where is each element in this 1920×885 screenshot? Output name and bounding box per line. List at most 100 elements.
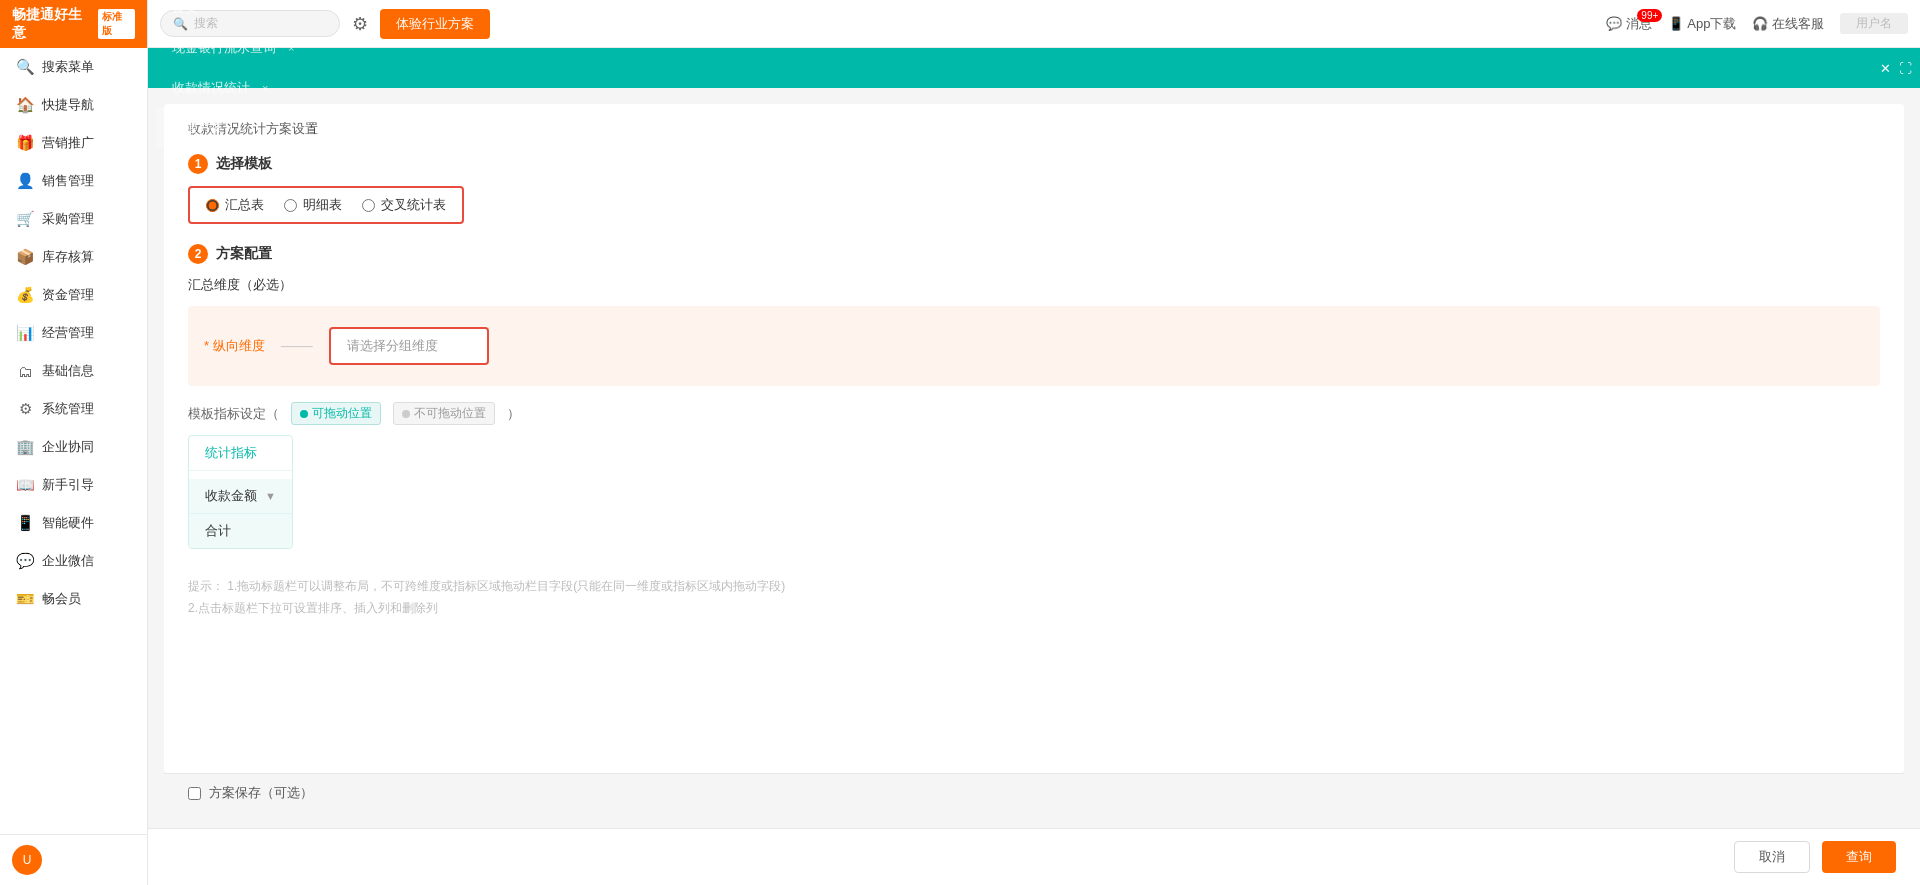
- sidebar-items-container: 🔍 搜索菜单 🏠快捷导航🎁营销推广👤销售管理🛒采购管理📦库存核算💰资金管理 📊 经营管理…: [0, 48, 147, 618]
- radio-detail[interactable]: [284, 199, 297, 212]
- sidebar-item-quick-nav[interactable]: 🏠快捷导航: [0, 86, 147, 124]
- tab-label-new-plan: 新建方案: [172, 119, 224, 137]
- search-menu-icon: 🔍: [16, 58, 34, 76]
- tab-close-new-plan[interactable]: ×: [236, 122, 242, 134]
- non-draggable-dot: [402, 410, 410, 418]
- section1-header: 1 选择模板: [188, 154, 1880, 174]
- indicator-settings-label: 模板指标设定（: [188, 405, 279, 423]
- tab-close-bank-flow[interactable]: ×: [288, 42, 294, 54]
- save-checkbox[interactable]: [188, 787, 201, 800]
- tab-list: 首页现金银行流水查询 × 收款情况统计 × 新建方案 ×: [156, 0, 310, 148]
- logo-text: 畅捷通好生意: [12, 6, 94, 42]
- option-summary[interactable]: 汇总表: [206, 196, 264, 214]
- option-detail[interactable]: 明细表: [284, 196, 342, 214]
- sidebar-item-inventory[interactable]: 📦库存核算: [0, 238, 147, 276]
- indicator-payment-label: 收款金额: [205, 487, 257, 505]
- app-icon: 📱: [1668, 16, 1684, 31]
- sidebar-item-member[interactable]: 🎫畅会员: [0, 580, 147, 618]
- tab-label-payment-stats: 收款情况统计: [172, 79, 250, 97]
- user-name: 用户名: [1840, 13, 1908, 34]
- sidebar-item-system[interactable]: ⚙系统管理: [0, 390, 147, 428]
- dimension-sub-label: 汇总维度（必选）: [188, 276, 1880, 294]
- option-cross[interactable]: 交叉统计表: [362, 196, 446, 214]
- online-service-link[interactable]: 🎧 在线客服: [1752, 15, 1824, 33]
- option-cross-label: 交叉统计表: [381, 196, 446, 214]
- tab-new-plan[interactable]: 新建方案 ×: [156, 108, 310, 148]
- sidebar-label-basic-info: 基础信息: [42, 362, 94, 380]
- content-area: 收款情况统计方案设置 1 选择模板 汇总表 明细表: [148, 88, 1920, 828]
- topbar: 🔍 搜索 ⚙ 体验行业方案 💬 消息 99+ 📱 App下载 🎧 在线客服 用户…: [148, 0, 1920, 48]
- main-area: 🔍 搜索 ⚙ 体验行业方案 💬 消息 99+ 📱 App下载 🎧 在线客服 用户…: [148, 0, 1920, 885]
- basic-info-icon: 🗂: [16, 362, 34, 380]
- purchase-icon: 🛒: [16, 210, 34, 228]
- cancel-button[interactable]: 取消: [1734, 841, 1810, 873]
- operations-icon: 📊: [16, 324, 34, 342]
- section2-label: 方案配置: [216, 245, 272, 263]
- sidebar-item-finance[interactable]: 💰资金管理: [0, 276, 147, 314]
- indicator-row-total: 合计: [189, 514, 292, 548]
- section1-num: 1: [188, 154, 208, 174]
- tab-label-bank-flow: 现金银行流水查询: [172, 39, 276, 57]
- indicator-row-payment[interactable]: 收款金额 ▼: [189, 479, 292, 514]
- non-draggable-tag: 不可拖动位置: [393, 402, 495, 425]
- expand-icon[interactable]: ⛶: [1899, 61, 1912, 76]
- app-download-link[interactable]: 📱 App下载: [1668, 15, 1736, 33]
- arrow-icon: ——: [281, 337, 313, 355]
- sidebar-item-smart-hardware[interactable]: 📱智能硬件: [0, 504, 147, 542]
- tip-line2: 2.点击标题栏下拉可设置排序、插入列和删除列: [188, 598, 1880, 620]
- tips-section: 提示： 1.拖动标题栏可以调整布局，不可跨维度或指标区域拖动栏目字段(只能在同一…: [188, 576, 1880, 619]
- page-title: 收款情况统计方案设置: [188, 120, 1880, 138]
- indicator-suffix: ）: [507, 405, 520, 423]
- sidebar-item-guide[interactable]: 📖新手引导: [0, 466, 147, 504]
- logo-badge: 标准版: [98, 9, 135, 39]
- template-options: 汇总表 明细表 交叉统计表: [188, 186, 464, 224]
- tab-close-payment-stats[interactable]: ×: [262, 82, 268, 94]
- section2-num: 2: [188, 244, 208, 264]
- notification-bell[interactable]: 💬 消息 99+: [1606, 15, 1652, 33]
- close-all-icon[interactable]: ✕: [1880, 61, 1891, 76]
- sidebar: 畅捷通好生意 标准版 🔍 搜索菜单 🏠快捷导航🎁营销推广👤销售管理🛒采购管理📦库存核…: [0, 0, 148, 885]
- sidebar-label-system: 系统管理: [42, 400, 94, 418]
- indicator-info: 模板指标设定（ 可拖动位置 不可拖动位置 ）: [188, 402, 1880, 425]
- sidebar-logo: 畅捷通好生意 标准版: [0, 0, 147, 48]
- sidebar-label-sales: 销售管理: [42, 172, 94, 190]
- sidebar-item-enterprise[interactable]: 🏢企业协同: [0, 428, 147, 466]
- query-button[interactable]: 查询: [1822, 841, 1896, 873]
- sidebar-item-sales[interactable]: 👤销售管理: [0, 162, 147, 200]
- action-bar: 取消 查询: [148, 828, 1920, 885]
- settings-icon[interactable]: ⚙: [352, 13, 368, 35]
- sidebar-item-operations[interactable]: 📊 经营管理: [0, 314, 147, 352]
- dimension-selector[interactable]: 请选择分组维度: [329, 327, 489, 365]
- app-download-label: App下载: [1687, 16, 1736, 31]
- indicator-dropdown-icon[interactable]: ▼: [265, 490, 276, 502]
- sidebar-item-marketing[interactable]: 🎁营销推广: [0, 124, 147, 162]
- radio-summary[interactable]: [206, 199, 219, 212]
- tab-end-icons: ✕ ⛶: [1880, 61, 1912, 76]
- section1-label: 选择模板: [216, 155, 272, 173]
- sidebar-item-basic-info[interactable]: 🗂 基础信息: [0, 352, 147, 390]
- industry-plan-button[interactable]: 体验行业方案: [380, 9, 490, 39]
- section-template: 1 选择模板 汇总表 明细表 交叉统计表: [188, 154, 1880, 224]
- sidebar-label-inventory: 库存核算: [42, 248, 94, 266]
- option-detail-label: 明细表: [303, 196, 342, 214]
- indicator-settings: 模板指标设定（ 可拖动位置 不可拖动位置 ） 统计指标: [188, 402, 1880, 552]
- draggable-tag: 可拖动位置: [291, 402, 381, 425]
- sidebar-item-weixin[interactable]: 💬企业微信: [0, 542, 147, 580]
- tab-bank-flow[interactable]: 现金银行流水查询 ×: [156, 28, 310, 68]
- tab-label-home: 首页: [172, 0, 198, 17]
- sidebar-label-operations: 经营管理: [42, 324, 94, 342]
- notification-count: 99+: [1637, 9, 1662, 22]
- tab-home[interactable]: 首页: [156, 0, 310, 28]
- main-panel: 收款情况统计方案设置 1 选择模板 汇总表 明细表: [164, 104, 1904, 773]
- tab-payment-stats[interactable]: 收款情况统计 ×: [156, 68, 310, 108]
- sidebar-item-search-menu[interactable]: 🔍 搜索菜单: [0, 48, 147, 86]
- sidebar-label-marketing: 营销推广: [42, 134, 94, 152]
- dimension-section: 汇总维度（必选） * 纵向维度 —— 请选择分组维度: [188, 276, 1880, 386]
- sidebar-item-purchase[interactable]: 🛒采购管理: [0, 200, 147, 238]
- sidebar-label-finance: 资金管理: [42, 286, 94, 304]
- sidebar-label-search-menu: 搜索菜单: [42, 58, 94, 76]
- sidebar-label-guide: 新手引导: [42, 476, 94, 494]
- sidebar-label-quick-nav: 快捷导航: [42, 96, 94, 114]
- radio-cross[interactable]: [362, 199, 375, 212]
- sidebar-label-weixin: 企业微信: [42, 552, 94, 570]
